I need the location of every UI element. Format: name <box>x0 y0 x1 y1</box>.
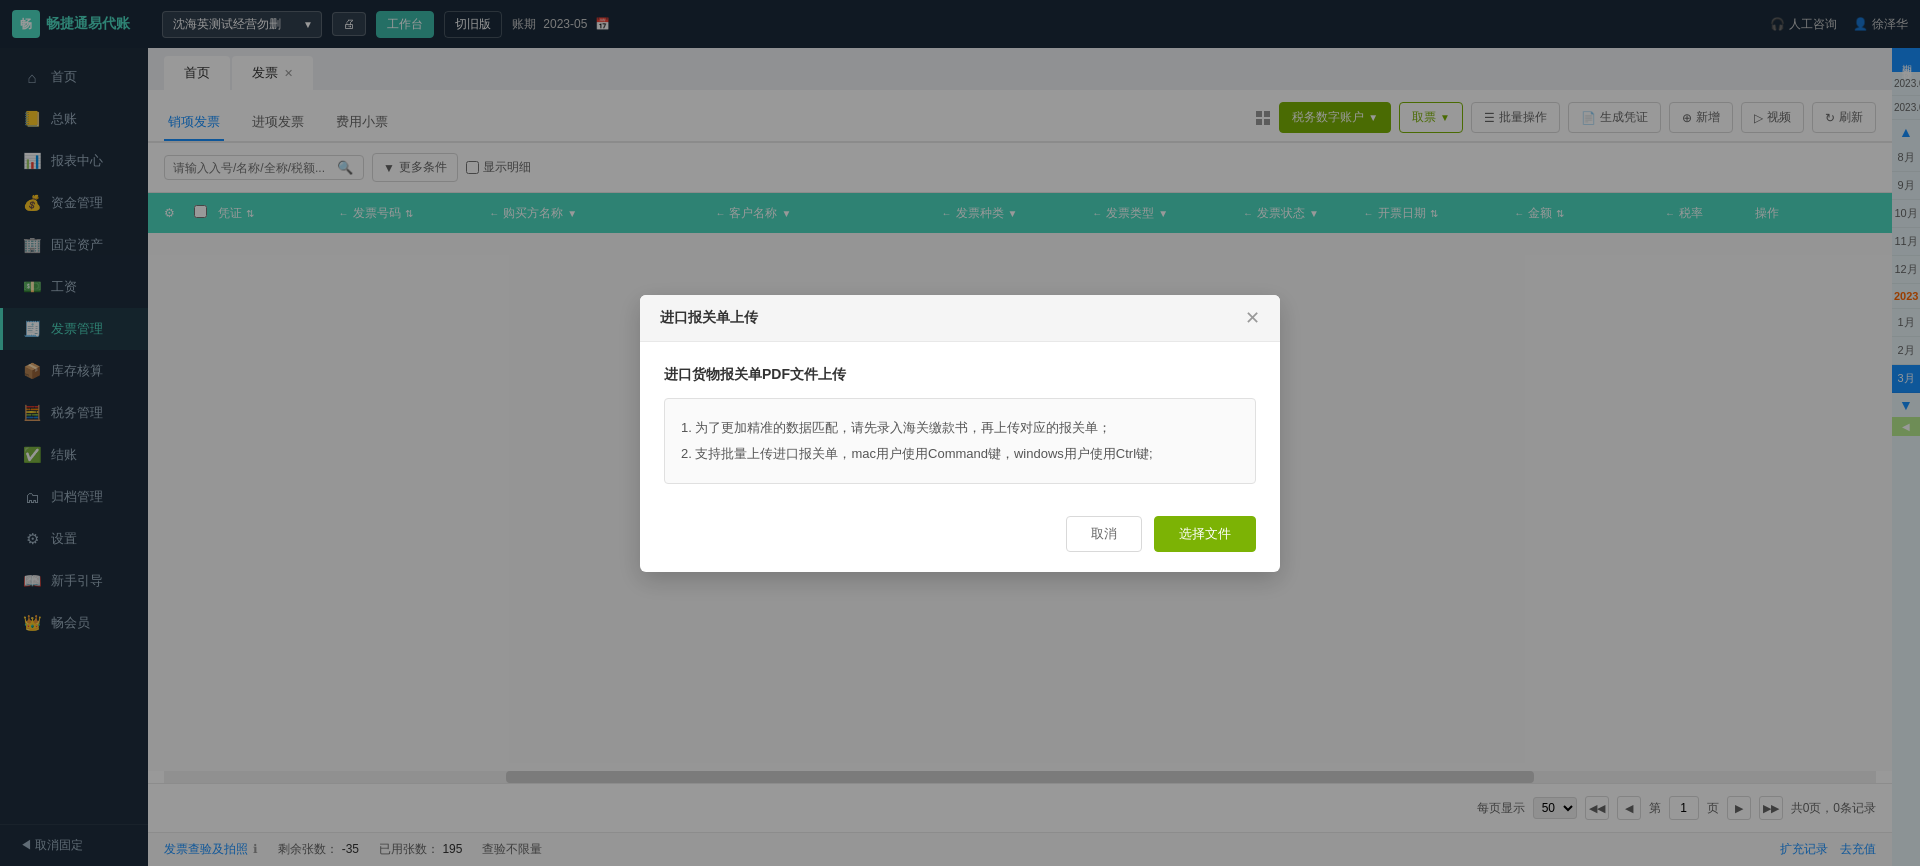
modal-overlay[interactable]: 进口报关单上传 ✕ 进口货物报关单PDF文件上传 1. 为了更加精准的数据匹配，… <box>0 0 1920 866</box>
modal-close-btn[interactable]: ✕ <box>1245 309 1260 327</box>
modal-instruction-1: 1. 为了更加精准的数据匹配，请先录入海关缴款书，再上传对应的报关单； <box>681 415 1239 441</box>
modal-dialog: 进口报关单上传 ✕ 进口货物报关单PDF文件上传 1. 为了更加精准的数据匹配，… <box>640 295 1280 572</box>
modal-title: 进口报关单上传 <box>660 309 758 327</box>
modal-cancel-btn[interactable]: 取消 <box>1066 516 1142 552</box>
modal-body: 进口货物报关单PDF文件上传 1. 为了更加精准的数据匹配，请先录入海关缴款书，… <box>640 342 1280 500</box>
modal-info-box: 1. 为了更加精准的数据匹配，请先录入海关缴款书，再上传对应的报关单； 2. 支… <box>664 398 1256 484</box>
modal-instruction-2: 2. 支持批量上传进口报关单，mac用户使用Command键，windows用户… <box>681 441 1239 467</box>
modal-confirm-btn[interactable]: 选择文件 <box>1154 516 1256 552</box>
modal-section-title: 进口货物报关单PDF文件上传 <box>664 366 1256 384</box>
modal-header: 进口报关单上传 ✕ <box>640 295 1280 342</box>
modal-footer: 取消 选择文件 <box>640 500 1280 572</box>
